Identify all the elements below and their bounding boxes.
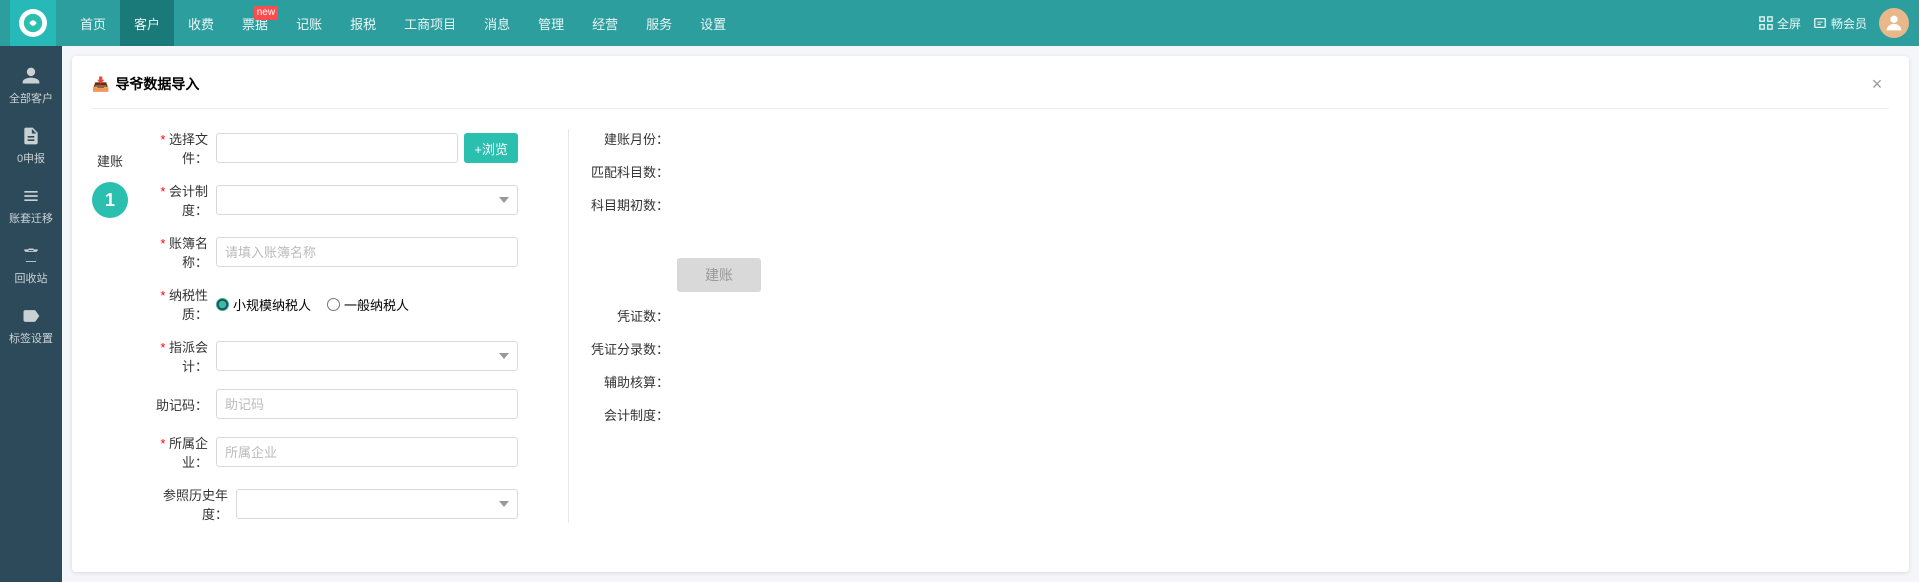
nav-items: 首页 客户 收费 票据 new 记账 报税 工商项目 消息 管理 经营 服务 设…: [66, 0, 1759, 46]
form-right: 建账月份： 匹配科目数： 科目期初数： 建账 凭证: [589, 129, 849, 523]
nav-item-service[interactable]: 服务: [632, 0, 686, 46]
building-month-label: 建账月份：: [589, 129, 669, 148]
tax-option2-radio[interactable]: [327, 298, 340, 311]
assigned-accountant-label: 指派会计：: [138, 337, 208, 375]
sidebar-label-account-migration: 账套迁移: [9, 210, 53, 226]
ledger-name-input[interactable]: [216, 237, 518, 267]
building-month-row: 建账月份：: [589, 129, 849, 148]
close-button[interactable]: ×: [1865, 72, 1889, 96]
file-select-row: 选择文件： +浏览: [138, 129, 518, 167]
affiliated-company-row: 所属企业：: [138, 433, 518, 471]
auxiliary-row: 辅助核算：: [589, 372, 849, 391]
accounting-system-row: 会计制度：: [138, 181, 518, 219]
initial-subjects-row: 科目期初数：: [589, 195, 849, 214]
step-badge: 1: [92, 182, 128, 218]
accounting-system-label: 会计制度：: [138, 181, 208, 219]
sidebar-label-recycle: 回收站: [15, 270, 48, 286]
voucher-entries-label: 凭证分录数：: [589, 339, 669, 358]
file-input[interactable]: [216, 133, 458, 163]
nav-item-tax[interactable]: 报税: [336, 0, 390, 46]
nav-right: 全屏 畅会员: [1759, 8, 1909, 38]
right-accounting-system-row: 会计制度：: [589, 405, 849, 424]
memo-code-input[interactable]: [216, 389, 518, 419]
right-accounting-system-label: 会计制度：: [589, 405, 669, 424]
tax-type-label: 纳税性质：: [138, 285, 208, 323]
match-subjects-label: 匹配科目数：: [589, 162, 669, 181]
sidebar-item-label-settings[interactable]: 标签设置: [0, 296, 62, 356]
sidebar: 全部客户 0申报 账套迁移 回收站 标签设置: [0, 46, 62, 582]
sidebar-item-all-customers[interactable]: 全部客户: [0, 56, 62, 116]
ledger-name-label: 账簿名称：: [138, 233, 208, 271]
affiliated-company-label: 所属企业：: [138, 433, 208, 471]
dialog-header: 📥 导爷数据导入 ×: [92, 72, 1889, 109]
dialog-title: 📥 导爷数据导入: [92, 74, 199, 94]
import-icon: 📥: [92, 76, 109, 93]
tax-option1-radio[interactable]: [216, 298, 229, 311]
file-label: 选择文件：: [138, 129, 208, 167]
nav-item-home[interactable]: 首页: [66, 0, 120, 46]
tax-option1-label[interactable]: 小规模纳税人: [216, 295, 311, 314]
nav-item-message[interactable]: 消息: [470, 0, 524, 46]
form-container: 建账 1 选择文件： +浏览: [92, 129, 1889, 523]
auxiliary-label: 辅助核算：: [589, 372, 669, 391]
nav-item-customer[interactable]: 客户: [120, 0, 174, 46]
tax-type-row: 纳税性质： 小规模纳税人 一般纳税人: [138, 285, 518, 323]
step-label: 建账: [97, 151, 123, 170]
initial-subjects-label: 科目期初数：: [589, 195, 669, 214]
accounting-system-select[interactable]: [216, 185, 518, 215]
avatar[interactable]: [1879, 8, 1909, 38]
member-btn[interactable]: 畅会员: [1813, 15, 1867, 32]
sidebar-item-recycle[interactable]: 回收站: [0, 236, 62, 296]
nav-item-operation[interactable]: 经营: [578, 0, 632, 46]
assigned-accountant-row: 指派会计：: [138, 337, 518, 375]
form-left: 建账 1 选择文件： +浏览: [92, 129, 548, 523]
sidebar-item-account-migration[interactable]: 账套迁移: [0, 176, 62, 236]
assigned-accountant-select[interactable]: [216, 341, 518, 371]
dialog-title-text: 导爷数据导入: [115, 74, 199, 94]
browse-button[interactable]: +浏览: [464, 133, 518, 163]
affiliated-company-input[interactable]: [216, 437, 518, 467]
logo-icon: [19, 9, 47, 37]
reference-year-label: 参照历史年度：: [138, 485, 228, 523]
nav-item-manage[interactable]: 管理: [524, 0, 578, 46]
nav-item-bookkeeping[interactable]: 记账: [282, 0, 336, 46]
memo-code-row: 助记码：: [138, 389, 518, 419]
tax-type-radio-group: 小规模纳税人 一般纳税人: [216, 295, 409, 314]
top-nav: 首页 客户 收费 票据 new 记账 报税 工商项目 消息 管理 经营 服务 设…: [0, 0, 1919, 46]
dialog-wrapper: 📥 导爷数据导入 × 建账 1: [72, 56, 1909, 572]
sidebar-item-zero-declaration[interactable]: 0申报: [0, 116, 62, 176]
main-content: 📥 导爷数据导入 × 建账 1: [62, 46, 1919, 582]
reference-year-row: 参照历史年度：: [138, 485, 518, 523]
form-fields: 选择文件： +浏览 会计制度：: [138, 129, 518, 523]
form-divider: [568, 129, 569, 523]
match-subjects-row: 匹配科目数：: [589, 162, 849, 181]
vouchers-label: 凭证数：: [589, 306, 669, 325]
tax-option2-text: 一般纳税人: [344, 295, 409, 314]
reference-year-select[interactable]: [236, 489, 518, 519]
logo-area[interactable]: [10, 0, 56, 46]
nav-item-settings[interactable]: 设置: [686, 0, 740, 46]
new-badge: new: [254, 6, 278, 20]
fullscreen-btn[interactable]: 全屏: [1759, 15, 1801, 32]
member-label: 畅会员: [1831, 15, 1867, 32]
tax-option2-label[interactable]: 一般纳税人: [327, 295, 409, 314]
sidebar-label-label-settings: 标签设置: [9, 330, 53, 346]
nav-item-business[interactable]: 工商项目: [390, 0, 470, 46]
voucher-entries-row: 凭证分录数：: [589, 339, 849, 358]
vouchers-row: 凭证数：: [589, 306, 849, 325]
memo-code-label: 助记码：: [138, 395, 208, 414]
sidebar-label-zero-declaration: 0申报: [17, 150, 45, 166]
sidebar-label-all-customers: 全部客户: [9, 90, 53, 106]
ledger-name-row: 账簿名称：: [138, 233, 518, 271]
nav-item-invoice[interactable]: 票据 new: [228, 0, 282, 46]
layout: 全部客户 0申报 账套迁移 回收站 标签设置 📥 导爷数据导入: [0, 46, 1919, 582]
tax-option1-text: 小规模纳税人: [233, 295, 311, 314]
nav-item-billing[interactable]: 收费: [174, 0, 228, 46]
create-account-button[interactable]: 建账: [677, 258, 761, 292]
fullscreen-label: 全屏: [1777, 15, 1801, 32]
